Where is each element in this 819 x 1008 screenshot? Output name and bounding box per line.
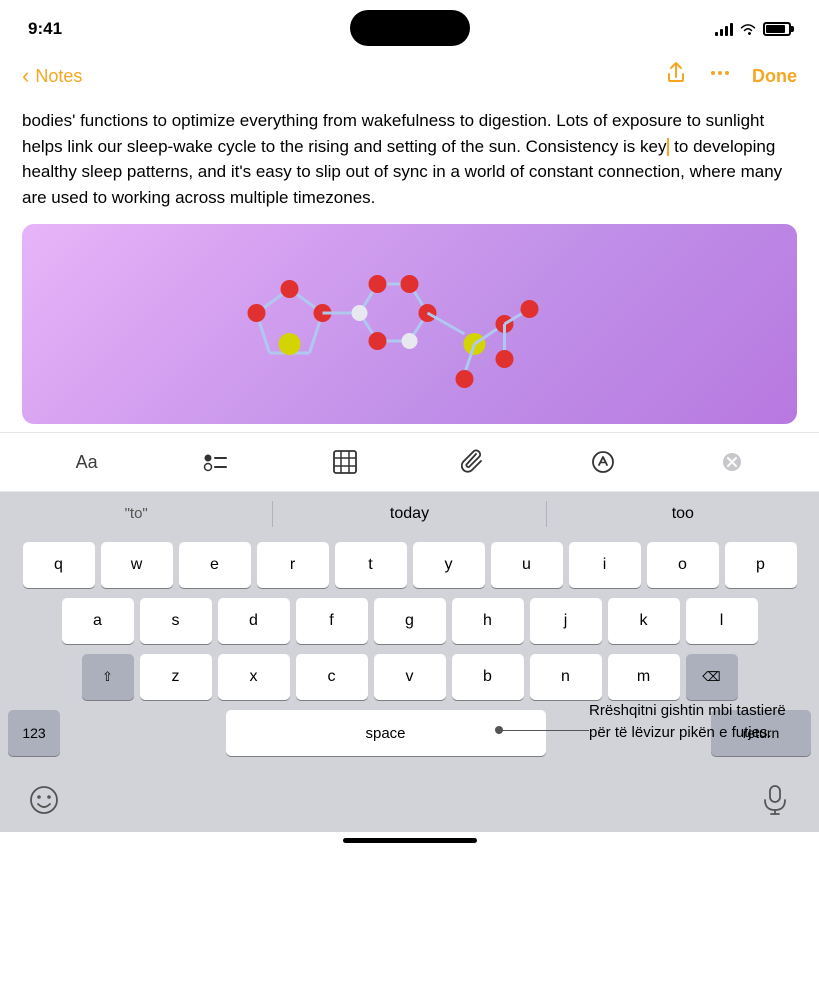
- back-label: Notes: [35, 66, 82, 87]
- dynamic-island: [350, 10, 470, 46]
- key-y[interactable]: y: [413, 542, 485, 588]
- annotation-dot: [495, 726, 503, 734]
- molecule-image: [22, 224, 797, 424]
- autocomplete-too[interactable]: too: [547, 501, 819, 527]
- key-m[interactable]: m: [608, 654, 680, 700]
- key-p[interactable]: p: [725, 542, 797, 588]
- key-c[interactable]: c: [296, 654, 368, 700]
- key-h[interactable]: h: [452, 598, 524, 644]
- key-a[interactable]: a: [62, 598, 134, 644]
- key-q[interactable]: q: [23, 542, 95, 588]
- key-f[interactable]: f: [296, 598, 368, 644]
- annotation-callout: Rrëshqitni gishtin mbi tastierë për të l…: [589, 700, 809, 744]
- key-z[interactable]: z: [140, 654, 212, 700]
- key-x[interactable]: x: [218, 654, 290, 700]
- microphone-button[interactable]: [753, 778, 797, 822]
- chevron-left-icon: ‹: [22, 63, 29, 89]
- keyboard-row-3: ⇧ z x c v b n m ⌫: [4, 654, 815, 700]
- keyboard-row-1: q w e r t y u i o p: [4, 542, 815, 588]
- keyboard-row-2: a s d f g h j k l: [4, 598, 815, 644]
- note-content[interactable]: bodies' functions to optimize everything…: [0, 104, 819, 210]
- autocomplete-bar: "to" today too: [0, 492, 819, 536]
- annotation-text: Rrëshqitni gishtin mbi tastierë për të l…: [589, 702, 786, 741]
- attach-format-button[interactable]: [455, 443, 493, 481]
- share-icon[interactable]: [664, 61, 688, 91]
- key-b[interactable]: b: [452, 654, 524, 700]
- key-i[interactable]: i: [569, 542, 641, 588]
- emoji-button[interactable]: [22, 778, 66, 822]
- format-toolbar: Aa: [0, 432, 819, 492]
- key-shift[interactable]: ⇧: [82, 654, 134, 700]
- key-o[interactable]: o: [647, 542, 719, 588]
- font-format-button[interactable]: Aa: [68, 443, 106, 481]
- bottom-bar: [0, 770, 819, 832]
- markup-format-button[interactable]: [584, 443, 622, 481]
- key-t[interactable]: t: [335, 542, 407, 588]
- nav-actions: Done: [664, 61, 797, 91]
- done-button[interactable]: Done: [752, 66, 797, 87]
- key-l[interactable]: l: [686, 598, 758, 644]
- phone-frame: 9:41: [0, 0, 819, 1008]
- annotation-line: [499, 730, 589, 731]
- back-button[interactable]: ‹ Notes: [22, 63, 82, 89]
- table-format-button[interactable]: [326, 443, 364, 481]
- key-r[interactable]: r: [257, 542, 329, 588]
- key-g[interactable]: g: [374, 598, 446, 644]
- note-body[interactable]: bodies' functions to optimize everything…: [22, 108, 797, 210]
- wifi-icon: [739, 22, 757, 36]
- key-numbers[interactable]: 123: [8, 710, 60, 756]
- key-k[interactable]: k: [608, 598, 680, 644]
- close-toolbar-button[interactable]: [713, 443, 751, 481]
- key-delete[interactable]: ⌫: [686, 654, 738, 700]
- autocomplete-today[interactable]: today: [273, 501, 546, 527]
- more-icon[interactable]: [708, 61, 732, 91]
- status-icons: [715, 22, 791, 36]
- list-format-button[interactable]: [197, 443, 235, 481]
- status-time: 9:41: [28, 19, 62, 39]
- key-e[interactable]: e: [179, 542, 251, 588]
- battery-icon: [763, 22, 791, 36]
- home-indicator: [343, 838, 477, 843]
- nav-bar: ‹ Notes Done: [0, 52, 819, 104]
- key-v[interactable]: v: [374, 654, 446, 700]
- key-s[interactable]: s: [140, 598, 212, 644]
- key-j[interactable]: j: [530, 598, 602, 644]
- signal-icon: [715, 22, 733, 36]
- key-n[interactable]: n: [530, 654, 602, 700]
- key-d[interactable]: d: [218, 598, 290, 644]
- key-w[interactable]: w: [101, 542, 173, 588]
- autocomplete-to[interactable]: "to": [0, 501, 273, 527]
- key-u[interactable]: u: [491, 542, 563, 588]
